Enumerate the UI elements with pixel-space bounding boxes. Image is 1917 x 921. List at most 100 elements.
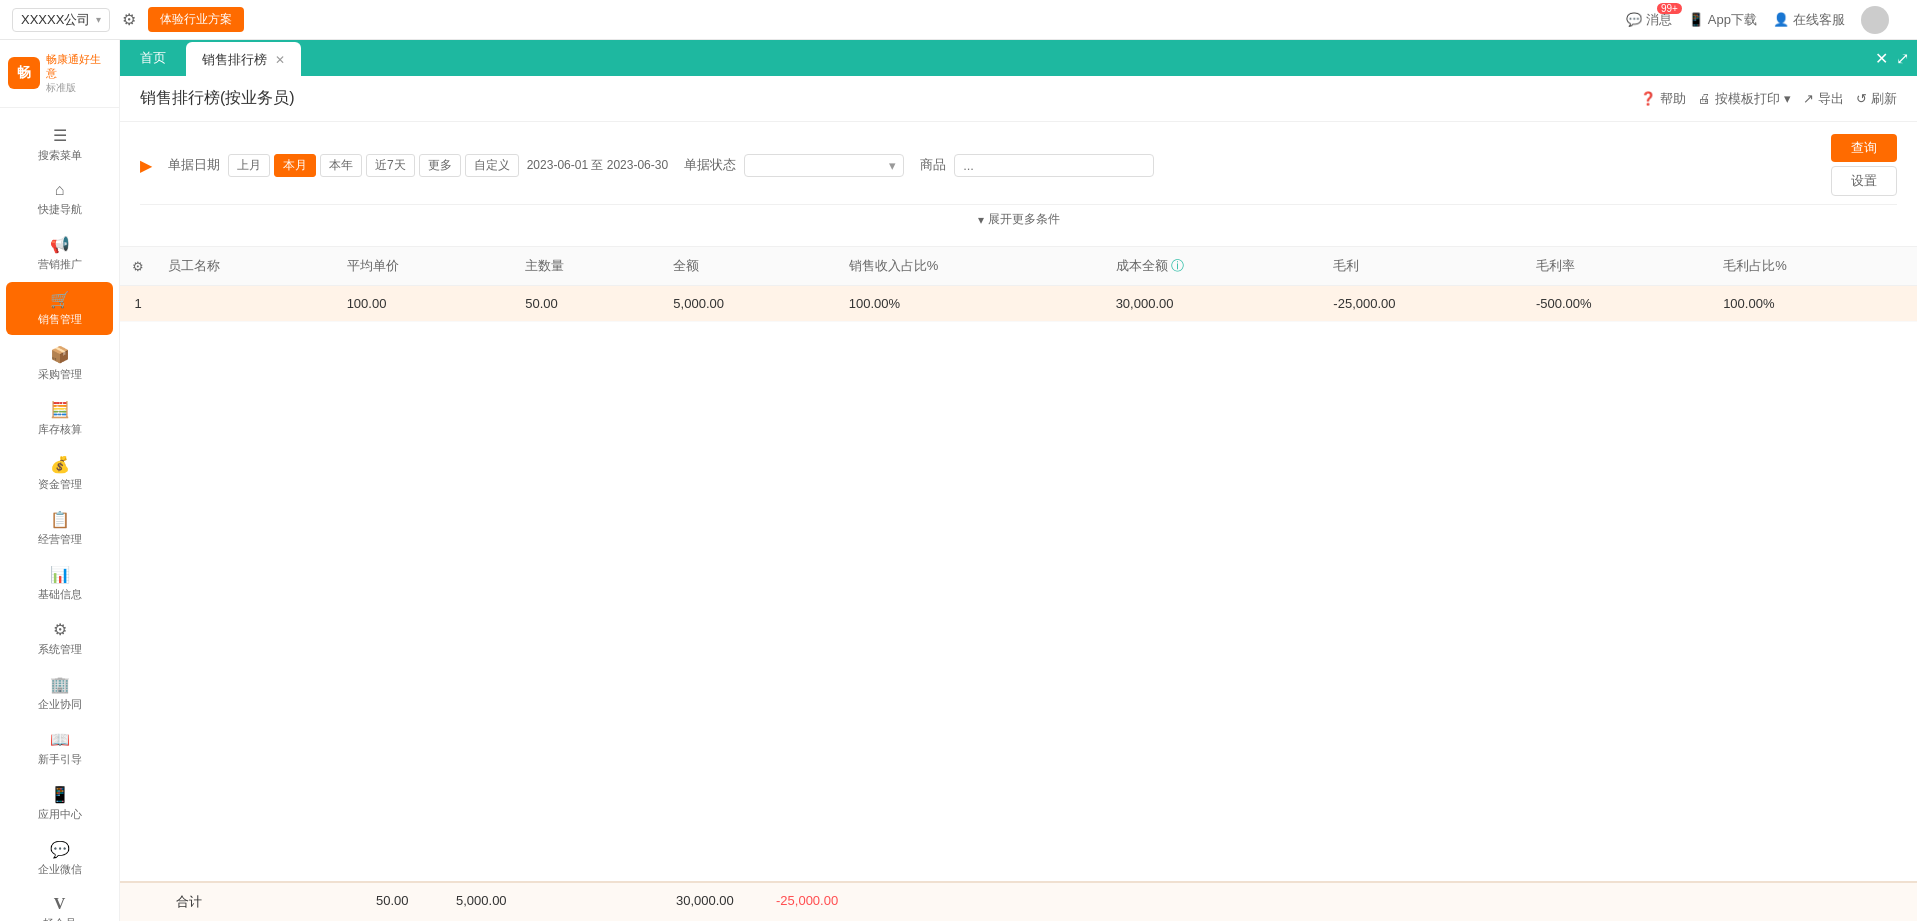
topbar-settings-icon[interactable]: ⚙ <box>118 6 140 33</box>
content-area: 首页 销售排行榜 ✕ ✕ ⤢ 销售排行榜(按业务员) ❓ 帮助 <box>120 40 1917 921</box>
expand-row: ▾ 展开更多条件 <box>140 204 1897 234</box>
table-area: ⚙ 员工名称 平均单价 主数量 全额 销售收入占比% 成本全额 ⓘ 毛利 毛利率… <box>120 247 1917 881</box>
col-sales-pct: 销售收入占比% <box>837 247 1104 286</box>
home-icon: ⌂ <box>55 181 65 199</box>
sidebar-item-label: 经营管理 <box>38 532 82 547</box>
online-service-button[interactable]: 👤 在线客服 <box>1773 11 1845 29</box>
goods-label: 商品 <box>920 156 946 174</box>
row-sales-pct: 100.00% <box>837 286 1104 322</box>
date-custom-btn[interactable]: 自定义 <box>465 154 519 177</box>
footer-label: 合计 <box>164 893 284 911</box>
sidebar-item-quick-nav[interactable]: ⌂ 快捷导航 <box>6 173 113 225</box>
trial-button[interactable]: 体验行业方案 <box>148 7 244 32</box>
top-bar: XXXXX公司 ▾ ⚙ 体验行业方案 💬 消息 99+ 📱 App下载 👤 在线… <box>0 0 1917 40</box>
tab-bar-actions: ✕ ⤢ <box>1875 49 1917 68</box>
tab-sales-ranking[interactable]: 销售排行榜 ✕ <box>186 42 301 78</box>
cost-info-icon[interactable]: ⓘ <box>1171 258 1184 273</box>
tab-label: 销售排行榜 <box>202 51 267 69</box>
help-icon: ❓ <box>1640 91 1656 106</box>
date-this-year-btn[interactable]: 本年 <box>320 154 362 177</box>
sidebar-item-system[interactable]: ⚙ 系统管理 <box>6 612 113 665</box>
app-download-button[interactable]: 📱 App下载 <box>1688 11 1757 29</box>
footer-amount: 5,000.00 <box>444 893 544 911</box>
col-settings[interactable]: ⚙ <box>120 247 156 286</box>
status-filter: 单据状态 <box>684 154 904 177</box>
row-amount: 5,000.00 <box>661 286 836 322</box>
col-amount: 全额 <box>661 247 836 286</box>
export-icon: ↗ <box>1803 91 1814 106</box>
query-button[interactable]: 查询 <box>1831 134 1897 162</box>
company-name: XXXXX公司 <box>21 11 90 29</box>
setting-button[interactable]: 设置 <box>1831 166 1897 196</box>
query-btn-area: 查询 设置 <box>1831 134 1897 196</box>
date-more-btn[interactable]: 更多 <box>419 154 461 177</box>
expand-conditions-button[interactable]: ▾ 展开更多条件 <box>978 211 1060 228</box>
sidebar-item-label: 系统管理 <box>38 642 82 657</box>
sidebar-item-wechat[interactable]: 💬 企业微信 <box>6 832 113 885</box>
avatar[interactable] <box>1861 6 1889 34</box>
print-label: 按模板打印 <box>1715 90 1780 108</box>
date-btn-group: 上月 本月 本年 近7天 更多 自定义 <box>228 154 519 177</box>
footer-gross: -25,000.00 <box>764 893 864 911</box>
print-button[interactable]: 🖨 按模板打印 ▾ <box>1698 90 1791 108</box>
col-cost: 成本全额 ⓘ <box>1104 247 1322 286</box>
sidebar-item-finance[interactable]: 💰 资金管理 <box>6 447 113 500</box>
purchase-icon: 📦 <box>50 345 70 364</box>
date-this-month-btn[interactable]: 本月 <box>274 154 316 177</box>
sidebar-item-label: 企业微信 <box>38 862 82 877</box>
col-gross: 毛利 <box>1321 247 1524 286</box>
help-button[interactable]: ❓ 帮助 <box>1640 90 1686 108</box>
sidebar-item-inventory[interactable]: 🧮 库存核算 <box>6 392 113 445</box>
col-avg-price: 平均单价 <box>335 247 514 286</box>
status-select-wrapper <box>744 154 904 177</box>
logo-sub: 标准版 <box>46 81 111 95</box>
sidebar-item-purchase[interactable]: 📦 采购管理 <box>6 337 113 390</box>
sidebar-nav: ☰ 搜索菜单 ⌂ 快捷导航 📢 营销推广 🛒 销售管理 📦 采购管理 🧮 库 <box>0 108 119 921</box>
system-icon: ⚙ <box>53 620 67 639</box>
appstore-icon: 📱 <box>50 785 70 804</box>
expand-icon: ▾ <box>978 213 984 227</box>
page-actions: ❓ 帮助 🖨 按模板打印 ▾ ↗ 导出 ↺ 刷新 <box>1640 90 1897 108</box>
sidebar-item-enterprise[interactable]: 🏢 企业协同 <box>6 667 113 720</box>
sales-icon: 🛒 <box>50 290 70 309</box>
logo-area: 畅 畅康通好生意 标准版 <box>0 40 119 108</box>
sidebar-item-guide[interactable]: 📖 新手引导 <box>6 722 113 775</box>
date-7days-btn[interactable]: 近7天 <box>366 154 415 177</box>
help-label: 帮助 <box>1660 90 1686 108</box>
sidebar-item-search-order[interactable]: ☰ 搜索菜单 <box>6 118 113 171</box>
service-icon: 👤 <box>1773 12 1789 27</box>
sidebar-item-marketing[interactable]: 📢 营销推广 <box>6 227 113 280</box>
refresh-icon: ↺ <box>1856 91 1867 106</box>
tab-maximize-icon[interactable]: ⤢ <box>1896 49 1909 68</box>
row-avg-price: 100.00 <box>335 286 514 322</box>
sidebar-item-member[interactable]: V 畅会员 <box>6 887 113 921</box>
page-header: 销售排行榜(按业务员) ❓ 帮助 🖨 按模板打印 ▾ ↗ 导出 <box>120 76 1917 122</box>
tab-minimize-icon[interactable]: ✕ <box>1875 49 1888 68</box>
footer-quantity: 50.00 <box>364 893 444 911</box>
footer-cost: 30,000.00 <box>664 893 764 911</box>
sidebar-item-basic[interactable]: 📊 基础信息 <box>6 557 113 610</box>
refresh-button[interactable]: ↺ 刷新 <box>1856 90 1897 108</box>
status-select[interactable] <box>744 154 904 177</box>
sidebar-item-label: 应用中心 <box>38 807 82 822</box>
tab-home[interactable]: 首页 <box>120 40 186 76</box>
sidebar-item-label: 销售管理 <box>38 312 82 327</box>
wechat-icon: 💬 <box>50 840 70 859</box>
page-title: 销售排行榜(按业务员) <box>140 88 295 109</box>
export-button[interactable]: ↗ 导出 <box>1803 90 1844 108</box>
row-gross: -25,000.00 <box>1321 286 1524 322</box>
sidebar-item-operation[interactable]: 📋 经营管理 <box>6 502 113 555</box>
tab-close-icon[interactable]: ✕ <box>275 53 285 67</box>
sidebar-item-sales[interactable]: 🛒 销售管理 <box>6 282 113 335</box>
footer-settings-cell <box>132 893 164 911</box>
refresh-label: 刷新 <box>1871 90 1897 108</box>
app-icon: 📱 <box>1688 12 1704 27</box>
sidebar-item-appstore[interactable]: 📱 应用中心 <box>6 777 113 830</box>
filter-area: ▶ 单据日期 上月 本月 本年 近7天 更多 自定义 2023-06-01 至 … <box>120 122 1917 247</box>
date-last-month-btn[interactable]: 上月 <box>228 154 270 177</box>
company-selector[interactable]: XXXXX公司 ▾ <box>12 8 110 32</box>
message-button[interactable]: 💬 消息 99+ <box>1626 11 1672 29</box>
goods-input[interactable] <box>954 154 1154 177</box>
operation-icon: 📋 <box>50 510 70 529</box>
filter-collapse-icon[interactable]: ▶ <box>140 156 152 175</box>
